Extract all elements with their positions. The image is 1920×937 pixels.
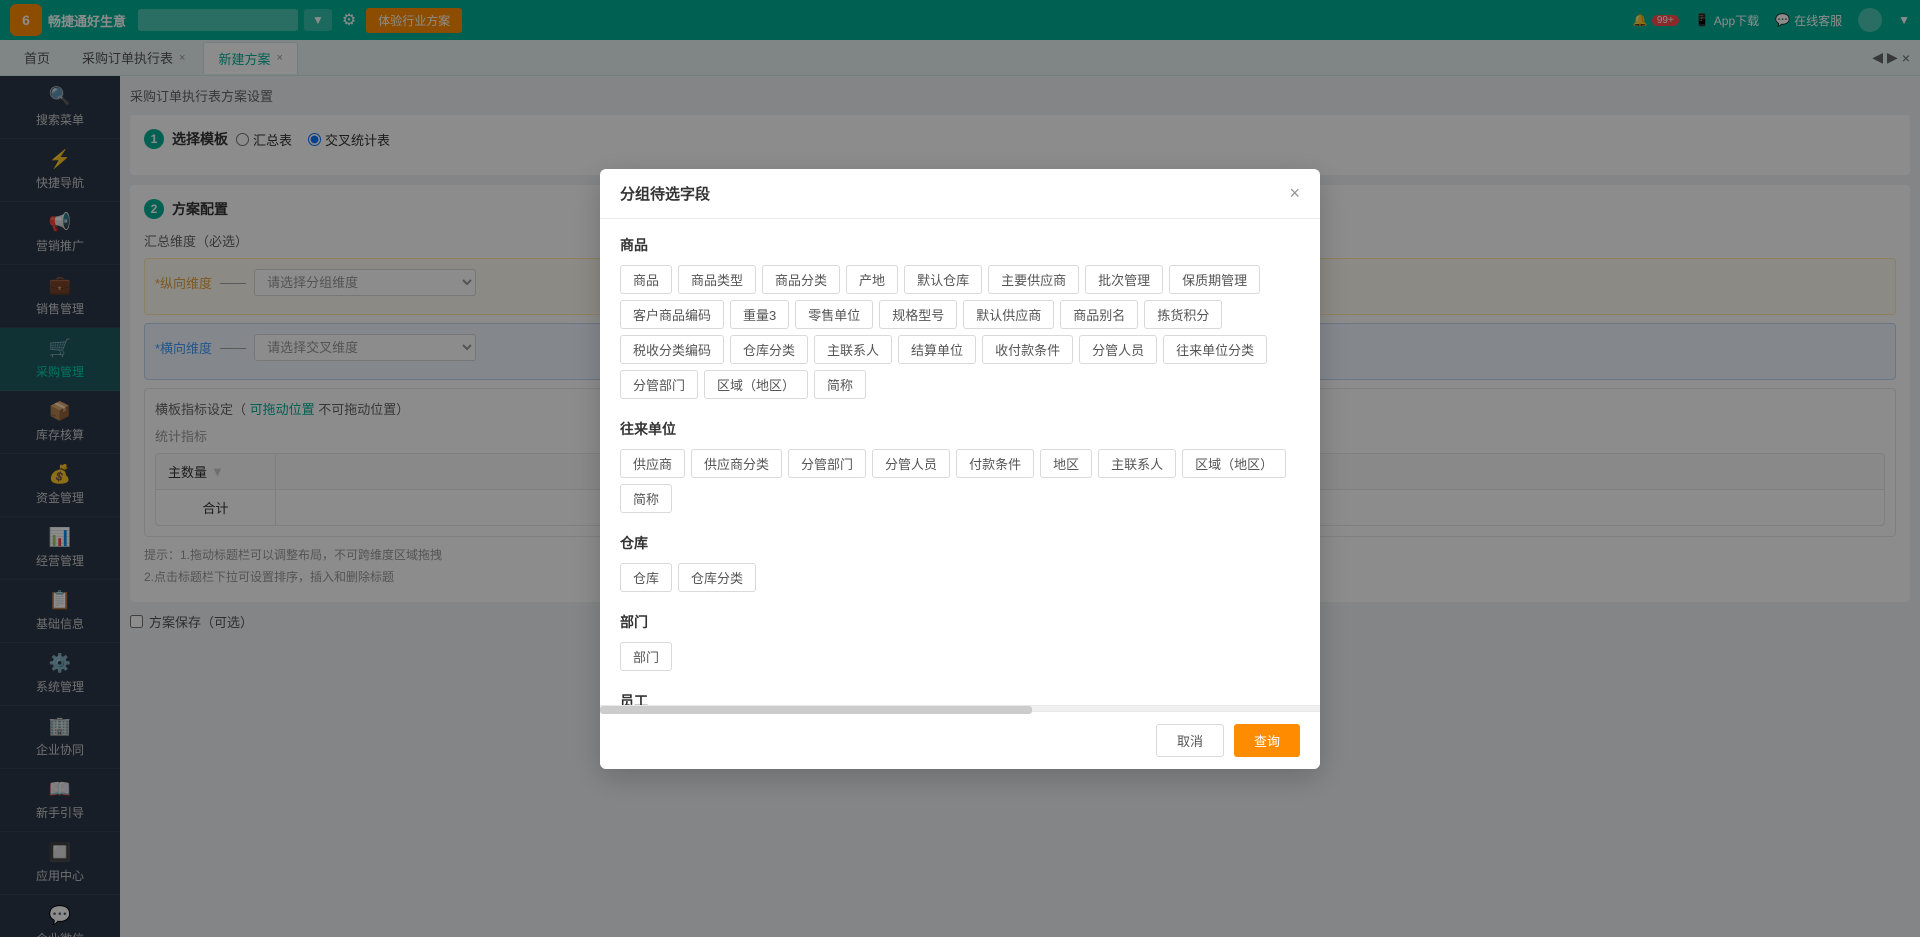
field-tag-product-alias[interactable]: 商品别名: [1060, 300, 1138, 329]
field-group-warehouse: 仓库 仓库 仓库分类: [620, 533, 1300, 592]
field-tag-weight3[interactable]: 重量3: [730, 300, 789, 329]
field-tag-batch-mgmt[interactable]: 批次管理: [1085, 265, 1163, 294]
field-tag-payment-terms[interactable]: 收付款条件: [982, 335, 1073, 364]
modal-confirm-button[interactable]: 查询: [1234, 724, 1300, 757]
field-tag-pick-points[interactable]: 拣货积分: [1144, 300, 1222, 329]
field-tag-partner-category[interactable]: 往来单位分类: [1163, 335, 1267, 364]
field-tag-short-name-product[interactable]: 简称: [814, 370, 866, 399]
field-tag-supervisor[interactable]: 分管人员: [1079, 335, 1157, 364]
modal-footer: 取消 查询: [600, 711, 1320, 769]
field-group-department-title: 部门: [620, 612, 1300, 632]
field-tag-payment-cond[interactable]: 付款条件: [956, 449, 1034, 478]
field-group-product-tags: 商品 商品类型 商品分类 产地 默认仓库 主要供应商 批次管理 保质期管理 客户…: [620, 265, 1300, 399]
field-group-partner-title: 往来单位: [620, 419, 1300, 439]
field-group-warehouse-tags: 仓库 仓库分类: [620, 563, 1300, 592]
field-group-employee: 员工 业务员: [620, 691, 1300, 705]
field-tag-product[interactable]: 商品: [620, 265, 672, 294]
field-tag-region-product[interactable]: 区域（地区）: [704, 370, 808, 399]
field-tag-department[interactable]: 部门: [620, 642, 672, 671]
field-tag-main-contact[interactable]: 主联系人: [814, 335, 892, 364]
field-group-department-tags: 部门: [620, 642, 1300, 671]
modal-horizontal-scrollbar[interactable]: [600, 705, 1320, 711]
field-tag-main-supplier[interactable]: 主要供应商: [988, 265, 1079, 294]
field-group-partner: 往来单位 供应商 供应商分类 分管部门 分管人员 付款条件 地区 主联系人 区域…: [620, 419, 1300, 513]
field-tag-person-partner[interactable]: 分管人员: [872, 449, 950, 478]
field-tag-main-contact-partner[interactable]: 主联系人: [1098, 449, 1176, 478]
modal-overlay[interactable]: 分组待选字段 × 商品 商品 商品类型 商品分类 产地 默认仓库 主要供应商 批…: [0, 0, 1920, 937]
field-tag-supplier-category[interactable]: 供应商分类: [691, 449, 782, 478]
modal-body: 商品 商品 商品类型 商品分类 产地 默认仓库 主要供应商 批次管理 保质期管理…: [600, 219, 1320, 705]
field-tag-shelf-life[interactable]: 保质期管理: [1169, 265, 1260, 294]
modal-hscroll-thumb[interactable]: [600, 706, 1032, 714]
field-tag-tax-code[interactable]: 税收分类编码: [620, 335, 724, 364]
field-tag-default-supplier[interactable]: 默认供应商: [963, 300, 1054, 329]
field-tag-area-partner[interactable]: 区域（地区）: [1182, 449, 1286, 478]
field-tag-short-name-partner[interactable]: 简称: [620, 484, 672, 513]
field-group-employee-title: 员工: [620, 691, 1300, 705]
field-group-partner-tags: 供应商 供应商分类 分管部门 分管人员 付款条件 地区 主联系人 区域（地区） …: [620, 449, 1300, 513]
field-tag-supervisor-dept[interactable]: 分管部门: [620, 370, 698, 399]
field-tag-warehouse[interactable]: 仓库: [620, 563, 672, 592]
field-group-department: 部门 部门: [620, 612, 1300, 671]
field-group-product-title: 商品: [620, 235, 1300, 255]
field-tag-warehouse-cat[interactable]: 仓库分类: [678, 563, 756, 592]
field-group-warehouse-title: 仓库: [620, 533, 1300, 553]
field-tag-warehouse-category[interactable]: 仓库分类: [730, 335, 808, 364]
modal-close-button[interactable]: ×: [1289, 183, 1300, 204]
modal-header: 分组待选字段 ×: [600, 169, 1320, 219]
field-tag-customer-code[interactable]: 客户商品编码: [620, 300, 724, 329]
field-tag-default-warehouse[interactable]: 默认仓库: [904, 265, 982, 294]
field-tag-retail-unit[interactable]: 零售单位: [795, 300, 873, 329]
field-tag-origin[interactable]: 产地: [846, 265, 898, 294]
modal-title: 分组待选字段: [620, 183, 710, 204]
field-group-product: 商品 商品 商品类型 商品分类 产地 默认仓库 主要供应商 批次管理 保质期管理…: [620, 235, 1300, 399]
field-tag-supplier[interactable]: 供应商: [620, 449, 685, 478]
field-tag-settlement-unit[interactable]: 结算单位: [898, 335, 976, 364]
field-tag-dept-partner[interactable]: 分管部门: [788, 449, 866, 478]
field-tag-spec-model[interactable]: 规格型号: [879, 300, 957, 329]
field-tag-product-type[interactable]: 商品类型: [678, 265, 756, 294]
modal-dialog: 分组待选字段 × 商品 商品 商品类型 商品分类 产地 默认仓库 主要供应商 批…: [600, 169, 1320, 769]
field-tag-product-category[interactable]: 商品分类: [762, 265, 840, 294]
field-tag-region-partner[interactable]: 地区: [1040, 449, 1092, 478]
modal-cancel-button[interactable]: 取消: [1156, 724, 1224, 757]
